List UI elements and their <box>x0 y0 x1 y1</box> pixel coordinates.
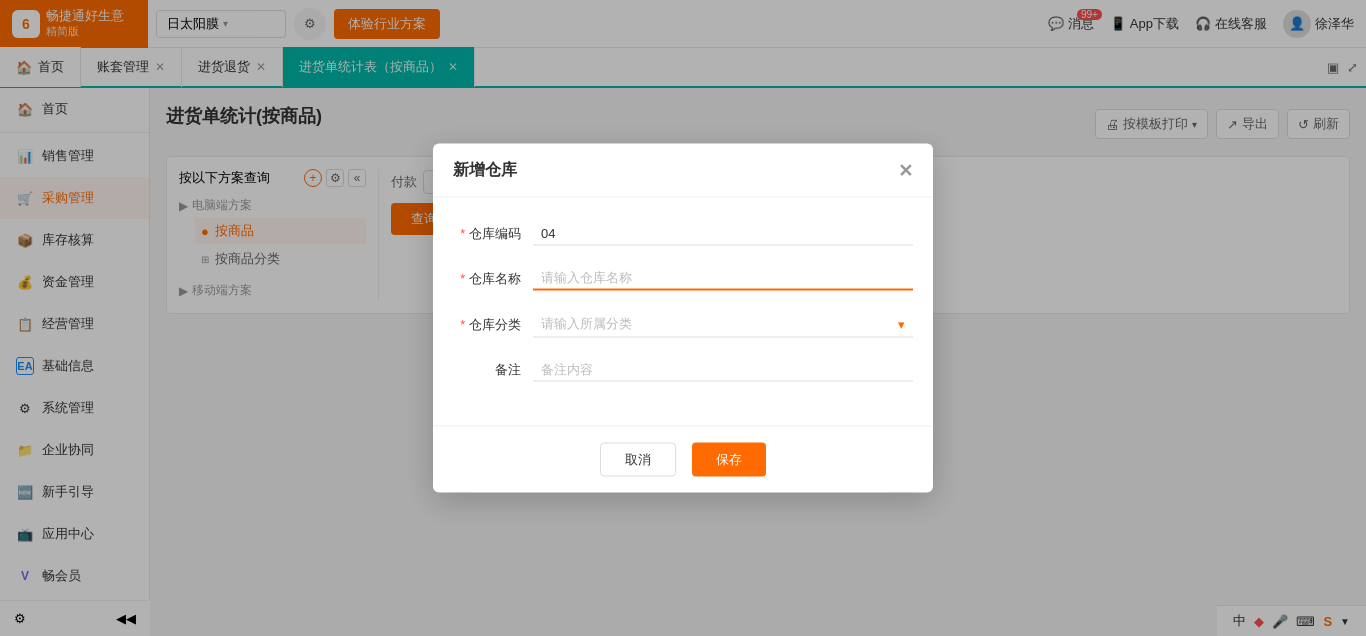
dialog-body: 仓库编码 仓库名称 仓库分类 请输入所属分类 ▾ 备注 <box>433 198 933 426</box>
form-row-category: 仓库分类 请输入所属分类 ▾ <box>453 311 913 338</box>
remark-label: 备注 <box>453 361 533 379</box>
save-button[interactable]: 保存 <box>692 443 766 477</box>
category-placeholder: 请输入所属分类 <box>541 315 898 333</box>
warehouse-remark-input[interactable] <box>533 358 913 382</box>
category-dropdown-icon: ▾ <box>898 316 905 331</box>
form-row-name: 仓库名称 <box>453 266 913 291</box>
dialog-title: 新增仓库 <box>453 160 517 181</box>
warehouse-category-select[interactable]: 请输入所属分类 ▾ <box>533 311 913 338</box>
warehouse-name-input[interactable] <box>533 266 913 291</box>
category-label: 仓库分类 <box>453 315 533 333</box>
code-label: 仓库编码 <box>453 225 533 243</box>
cancel-button[interactable]: 取消 <box>600 443 676 477</box>
add-warehouse-dialog: 新增仓库 ✕ 仓库编码 仓库名称 仓库分类 请输入所属分类 ▾ 备注 取消 保存 <box>433 144 933 493</box>
warehouse-code-input[interactable] <box>533 222 913 246</box>
dialog-footer: 取消 保存 <box>433 426 933 493</box>
form-row-remark: 备注 <box>453 358 913 382</box>
dialog-close-button[interactable]: ✕ <box>898 161 913 179</box>
form-row-code: 仓库编码 <box>453 222 913 246</box>
name-label: 仓库名称 <box>453 269 533 287</box>
dialog-header: 新增仓库 ✕ <box>433 144 933 198</box>
